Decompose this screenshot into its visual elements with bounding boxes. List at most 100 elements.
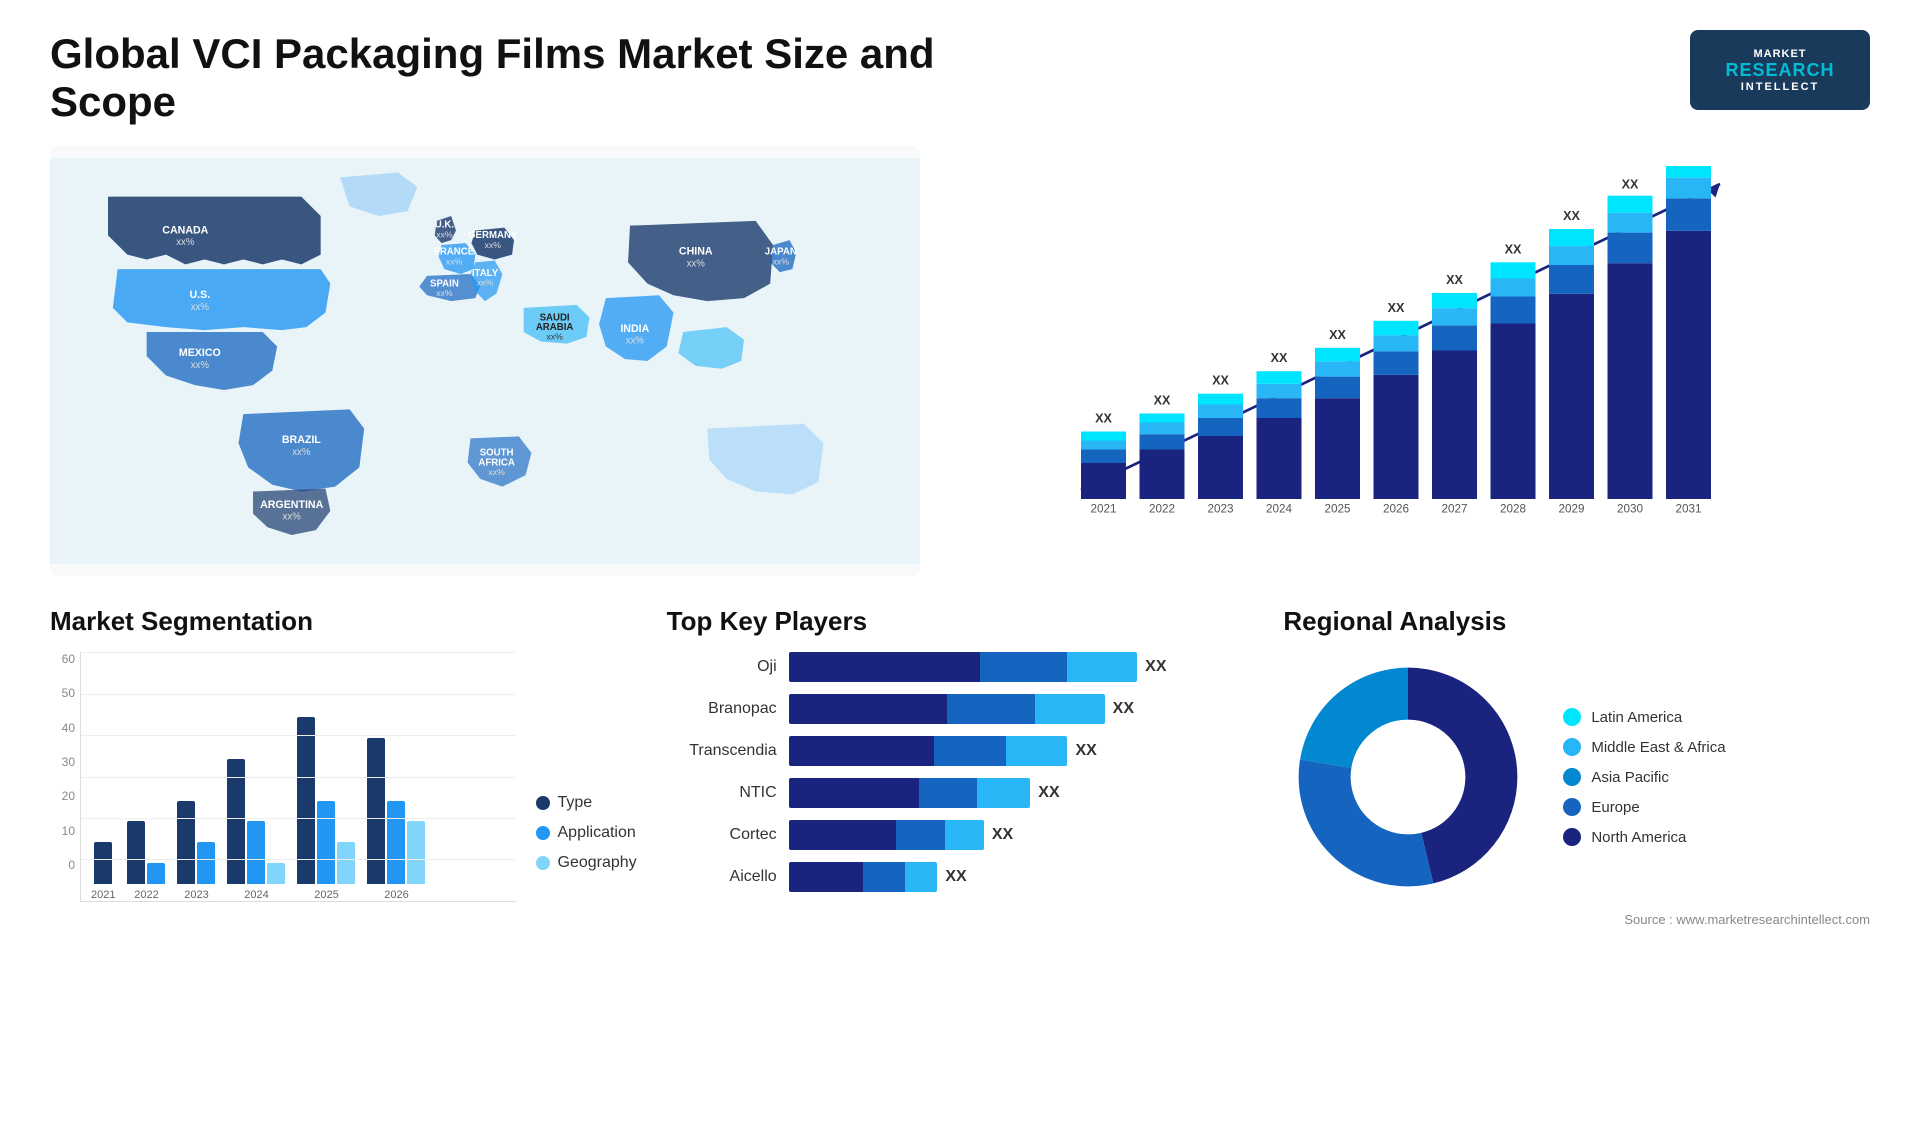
svg-text:xx%: xx%	[546, 332, 563, 342]
bar-chart: XX 2021 XX 2022 XX 2023	[940, 146, 1870, 576]
svg-text:2026: 2026	[1383, 503, 1409, 516]
bottom-row: Market Segmentation 60 50 40 30 20 10 0	[50, 606, 1870, 986]
source-text: Source : www.marketresearchintellect.com	[1283, 912, 1870, 927]
legend-label-geography: Geography	[558, 854, 637, 872]
legend-middle-east-africa: Middle East & Africa	[1563, 738, 1725, 756]
legend-europe: Europe	[1563, 798, 1725, 816]
legend-color-north-america	[1563, 828, 1581, 846]
svg-text:XX: XX	[1271, 351, 1288, 365]
player-xx-aicello: XX	[945, 868, 966, 886]
player-bar-cortec: XX	[789, 820, 1254, 850]
legend-dot-application	[536, 826, 550, 840]
top-row: CANADA xx% U.S. xx% MEXICO xx% BRAZIL xx…	[50, 146, 1870, 576]
svg-text:BRAZIL: BRAZIL	[282, 434, 321, 446]
legend-north-america: North America	[1563, 828, 1725, 846]
player-row-transcendia: Transcendia XX	[667, 736, 1254, 766]
player-xx-branopac: XX	[1113, 700, 1134, 718]
legend-color-europe	[1563, 798, 1581, 816]
svg-text:ARGENTINA: ARGENTINA	[260, 499, 323, 511]
svg-text:XX: XX	[1446, 273, 1463, 287]
legend-label-type: Type	[558, 794, 593, 812]
player-xx-oji: XX	[1145, 658, 1166, 676]
svg-text:xx%: xx%	[477, 278, 494, 288]
logo-line2: RESEARCH	[1725, 60, 1834, 81]
legend-color-latin-america	[1563, 708, 1581, 726]
logo-line1: MARKET	[1753, 48, 1806, 60]
player-xx-cortec: XX	[992, 826, 1013, 844]
svg-text:xx%: xx%	[687, 258, 706, 269]
svg-text:2027: 2027	[1441, 503, 1467, 516]
legend-color-mea	[1563, 738, 1581, 756]
player-row-branopac: Branopac XX	[667, 694, 1254, 724]
svg-text:xx%: xx%	[191, 360, 210, 371]
legend-label-application: Application	[558, 824, 636, 842]
svg-text:XX: XX	[1329, 328, 1346, 342]
player-bar-transcendia: XX	[789, 736, 1254, 766]
svg-text:XX: XX	[1154, 394, 1171, 408]
svg-text:xx%: xx%	[176, 237, 195, 248]
logo-line3: INTELLECT	[1741, 81, 1820, 93]
player-row-oji: Oji XX	[667, 652, 1254, 682]
svg-text:xx%: xx%	[436, 229, 453, 239]
legend-asia-pacific: Asia Pacific	[1563, 768, 1725, 786]
svg-text:2030: 2030	[1617, 503, 1644, 516]
svg-text:U.S.: U.S.	[189, 289, 210, 301]
legend-dot-type	[536, 796, 550, 810]
legend-latin-america: Latin America	[1563, 708, 1725, 726]
legend-dot-geography	[536, 856, 550, 870]
player-row-ntic: NTIC XX	[667, 778, 1254, 808]
page-container: Global VCI Packaging Films Market Size a…	[0, 0, 1920, 1146]
legend-application: Application	[536, 824, 637, 842]
svg-text:2031: 2031	[1675, 503, 1701, 516]
legend-label-europe: Europe	[1591, 799, 1639, 816]
player-name-cortec: Cortec	[667, 826, 777, 844]
player-name-aicello: Aicello	[667, 868, 777, 886]
logo: MARKET RESEARCH INTELLECT	[1690, 30, 1870, 110]
legend-type: Type	[536, 794, 637, 812]
svg-text:XX: XX	[1388, 301, 1405, 315]
legend-label-north-america: North America	[1591, 829, 1686, 846]
player-row-cortec: Cortec XX	[667, 820, 1254, 850]
donut-area: Latin America Middle East & Africa Asia …	[1283, 652, 1870, 902]
svg-text:2023: 2023	[1207, 503, 1233, 516]
svg-text:XX: XX	[1622, 178, 1639, 192]
map-svg: CANADA xx% U.S. xx% MEXICO xx% BRAZIL xx…	[50, 146, 920, 576]
svg-text:xx%: xx%	[485, 240, 502, 250]
legend-geography: Geography	[536, 854, 637, 872]
player-xx-ntic: XX	[1038, 784, 1059, 802]
player-xx-transcendia: XX	[1075, 742, 1096, 760]
players-section: Top Key Players Oji XX	[667, 606, 1254, 986]
bar-chart-svg: XX 2021 XX 2022 XX 2023	[970, 166, 1840, 526]
svg-text:xx%: xx%	[626, 336, 645, 347]
regional-section: Regional Analysis	[1283, 606, 1870, 986]
player-bar-oji: XX	[789, 652, 1254, 682]
svg-text:2025: 2025	[1324, 503, 1351, 516]
player-name-oji: Oji	[667, 658, 777, 676]
segmentation-section: Market Segmentation 60 50 40 30 20 10 0	[50, 606, 637, 986]
svg-text:INDIA: INDIA	[620, 323, 649, 335]
segmentation-title: Market Segmentation	[50, 606, 637, 637]
svg-text:xx%: xx%	[436, 288, 453, 298]
regional-title: Regional Analysis	[1283, 606, 1870, 637]
svg-text:2024: 2024	[1266, 503, 1293, 516]
donut-chart-svg	[1283, 652, 1533, 902]
svg-text:XX: XX	[1505, 242, 1522, 256]
svg-text:xx%: xx%	[191, 302, 210, 313]
svg-text:xx%: xx%	[446, 256, 463, 266]
header: Global VCI Packaging Films Market Size a…	[50, 30, 1870, 126]
player-name-transcendia: Transcendia	[667, 742, 777, 760]
player-bar-aicello: XX	[789, 862, 1254, 892]
player-bar-ntic: XX	[789, 778, 1254, 808]
svg-text:2028: 2028	[1500, 503, 1526, 516]
legend-color-asia	[1563, 768, 1581, 786]
page-title: Global VCI Packaging Films Market Size a…	[50, 30, 950, 126]
player-bar-branopac: XX	[789, 694, 1254, 724]
player-row-aicello: Aicello XX	[667, 862, 1254, 892]
player-name-branopac: Branopac	[667, 700, 777, 718]
svg-text:XX: XX	[1095, 412, 1112, 426]
players-bars: Oji XX Branopac	[667, 652, 1254, 892]
regional-legend: Latin America Middle East & Africa Asia …	[1563, 708, 1725, 846]
svg-text:CHINA: CHINA	[679, 246, 713, 258]
svg-text:MEXICO: MEXICO	[179, 347, 221, 359]
svg-text:2021: 2021	[1090, 503, 1116, 516]
